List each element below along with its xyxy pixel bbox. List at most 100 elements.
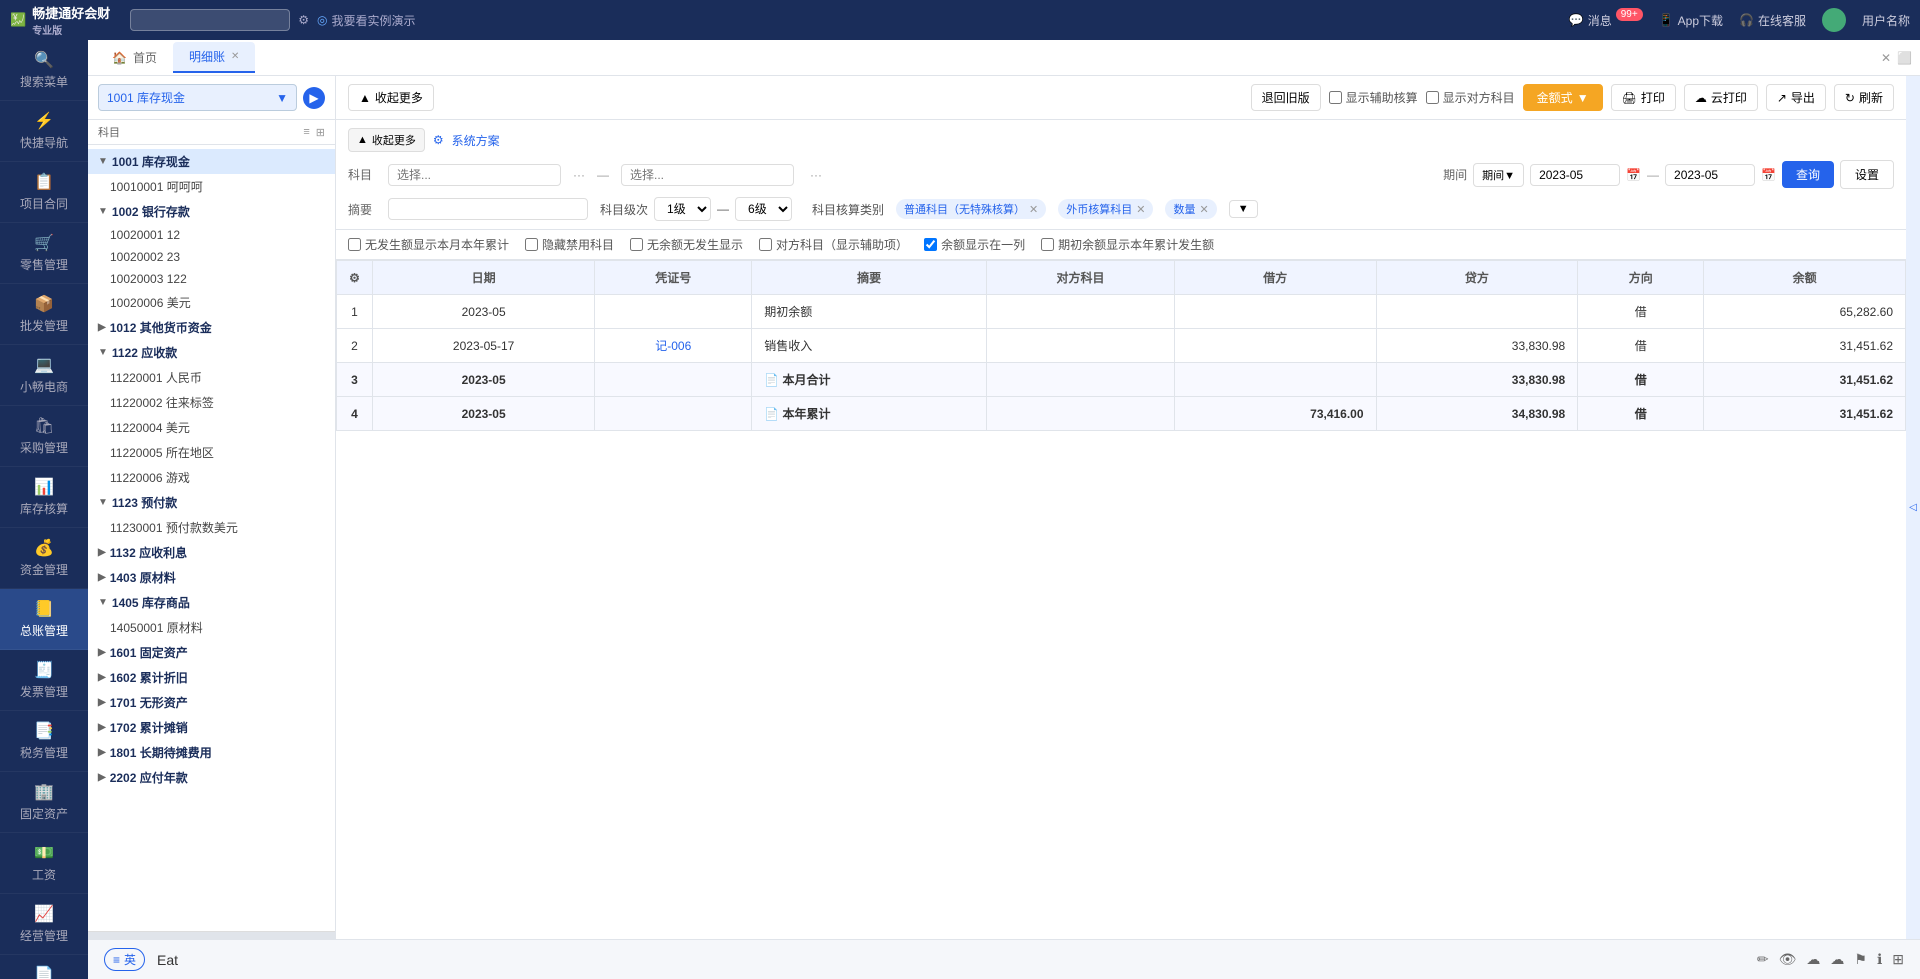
eye-icon[interactable]: 👁	[1779, 951, 1797, 968]
gold-mode-btn[interactable]: 金额式 ▼	[1523, 84, 1603, 111]
tree-list-icon[interactable]: ≡	[303, 126, 309, 139]
window-maximize-icon[interactable]: ⬜	[1897, 51, 1912, 65]
top-search-input[interactable]	[130, 9, 290, 31]
tag-quantity[interactable]: 数量 ✕	[1165, 199, 1216, 219]
opt-opening-cumulative-checkbox[interactable]	[1041, 238, 1054, 251]
opt-show-contra-checkbox[interactable]	[759, 238, 772, 251]
subject-input[interactable]	[388, 164, 561, 186]
user-avatar[interactable]	[1822, 8, 1846, 32]
sidebar-item-fixed[interactable]: 🏢 固定资产	[0, 772, 88, 833]
tag-normal-close[interactable]: ✕	[1029, 203, 1038, 216]
tree-item-10020001[interactable]: 10020001 12	[88, 224, 335, 246]
tree-item-11220001[interactable]: 11220001 人民币	[88, 365, 335, 390]
tree-item-11220004[interactable]: 11220004 美元	[88, 415, 335, 440]
subject-more-icon[interactable]: ···	[573, 168, 585, 182]
level-to-select[interactable]: 6级2级3级	[735, 197, 792, 221]
col-gear[interactable]: ⚙	[337, 261, 373, 295]
lang-switcher[interactable]: ≡ 英	[104, 948, 145, 971]
summary-input[interactable]	[388, 198, 588, 220]
info-icon[interactable]: ℹ	[1877, 951, 1882, 968]
tree-item-2202[interactable]: 2202 应付年款	[88, 765, 335, 790]
tab-detail[interactable]: 明细账 ✕	[173, 42, 255, 73]
tree-item-1702[interactable]: 1702 累计摊销	[88, 715, 335, 740]
tree-item-1123[interactable]: 1123 预付款	[88, 490, 335, 515]
subject-end-more-icon[interactable]: ···	[810, 168, 822, 182]
tree-item-1405[interactable]: 1405 库存商品	[88, 590, 335, 615]
tree-item-11220006[interactable]: 11220006 游戏	[88, 465, 335, 490]
period-to-input[interactable]	[1665, 164, 1755, 186]
tree-item-1602[interactable]: 1602 累计折旧	[88, 665, 335, 690]
tree-item-11220005[interactable]: 11220005 所在地区	[88, 440, 335, 465]
filter-collapse-btn[interactable]: ▲ 收起更多	[348, 128, 425, 152]
opt-no-amount-checkbox[interactable]	[348, 238, 361, 251]
show-aux-checkbox[interactable]	[1329, 91, 1342, 104]
tree-item-1002[interactable]: 1002 银行存款	[88, 199, 335, 224]
tag-foreign[interactable]: 外币核算科目 ✕	[1058, 199, 1153, 219]
sidebar-item-ledger[interactable]: 📒 总账管理	[0, 589, 88, 650]
tree-item-1801[interactable]: 1801 长期待摊费用	[88, 740, 335, 765]
cloud-print-btn[interactable]: ☁ 云打印	[1684, 84, 1758, 111]
tree-item-1132[interactable]: 1132 应收利息	[88, 540, 335, 565]
sidebar-item-quick-nav[interactable]: ⚡ 快捷导航	[0, 101, 88, 162]
sidebar-item-retail[interactable]: 🛒 零售管理	[0, 223, 88, 284]
quantity-dropdown-btn[interactable]: ▼	[1229, 200, 1258, 218]
opt-hide-disabled-checkbox[interactable]	[525, 238, 538, 251]
refresh-btn[interactable]: ↻ 刷新	[1834, 84, 1894, 111]
tree-item-1001[interactable]: 1001 库存现金	[88, 149, 335, 174]
tag-normal[interactable]: 普通科目（无特殊核算） ✕	[896, 199, 1046, 219]
export-btn[interactable]: ↗ 导出	[1766, 84, 1826, 111]
tree-item-10010001[interactable]: 10010001 呵呵呵	[88, 174, 335, 199]
sidebar-item-salary[interactable]: 💵 工资	[0, 833, 88, 894]
app-download-btn[interactable]: 📱 App下载	[1659, 12, 1723, 29]
tree-item-1122[interactable]: 1122 应收款	[88, 340, 335, 365]
online-service-btn[interactable]: 🎧 在线客服	[1739, 12, 1806, 29]
tree-item-14050001[interactable]: 14050001 原材料	[88, 615, 335, 640]
sidebar-item-finance[interactable]: 💰 资金管理	[0, 528, 88, 589]
collapse-more-btn[interactable]: ▲ 收起更多	[348, 84, 434, 111]
scheme-selector[interactable]: ⚙ 系统方案	[433, 132, 500, 149]
return-old-btn[interactable]: 退回旧版	[1251, 84, 1321, 111]
sidebar-item-project[interactable]: 📋 项目合同	[0, 162, 88, 223]
period-calendar-icon-1[interactable]: 📅	[1626, 168, 1641, 182]
settings-btn[interactable]: 设置	[1840, 160, 1894, 189]
print-btn[interactable]: 🖨 打印	[1611, 84, 1676, 111]
tree-expand-icon[interactable]: ⊞	[316, 126, 325, 139]
sidebar-item-invoice[interactable]: 🧾 发票管理	[0, 650, 88, 711]
tree-item-11230001[interactable]: 11230001 预付款数美元	[88, 515, 335, 540]
right-sidebar[interactable]: ◁	[1906, 76, 1920, 939]
cloud-icon[interactable]: ☁	[1806, 951, 1820, 968]
account-selector[interactable]: 1001 库存现金 ▼	[98, 84, 297, 111]
tree-item-10020002[interactable]: 10020002 23	[88, 246, 335, 268]
tab-close-icon[interactable]: ✕	[231, 51, 239, 62]
sidebar-item-ecommerce[interactable]: 💻 小畅电商	[0, 345, 88, 406]
sidebar-item-purchase[interactable]: 🛍 采购管理	[0, 406, 88, 467]
edit-icon[interactable]: ✏	[1757, 951, 1769, 968]
apps-icon[interactable]: ⊞	[1892, 951, 1904, 968]
period-from-input[interactable]	[1530, 164, 1620, 186]
tree-item-1701[interactable]: 1701 无形资产	[88, 690, 335, 715]
tree-item-1601[interactable]: 1601 固定资产	[88, 640, 335, 665]
cloud2-icon[interactable]: ☁	[1830, 951, 1844, 968]
level-from-select[interactable]: 1级2级3级	[654, 197, 711, 221]
sidebar-item-tax[interactable]: 📑 税务管理	[0, 711, 88, 772]
tree-item-10020006[interactable]: 10020006 美元	[88, 290, 335, 315]
demo-link[interactable]: 我要看实例演示	[317, 12, 416, 29]
window-minimize-icon[interactable]: ✕	[1881, 51, 1891, 65]
sidebar-item-search[interactable]: 🔍 搜索菜单	[0, 40, 88, 101]
period-type-btn[interactable]: 期间▼	[1473, 163, 1524, 187]
tree-item-1012[interactable]: 1012 其他货币资金	[88, 315, 335, 340]
sidebar-item-inventory[interactable]: 📊 库存核算	[0, 467, 88, 528]
flag-icon[interactable]: ⚑	[1854, 951, 1867, 968]
tree-item-11220002[interactable]: 11220002 往来标签	[88, 390, 335, 415]
settings-icon[interactable]: ⚙	[298, 13, 309, 27]
show-contra-checkbox[interactable]	[1426, 91, 1439, 104]
opt-balance-one-line-checkbox[interactable]	[924, 238, 937, 251]
period-calendar-icon-2[interactable]: 📅	[1761, 168, 1776, 182]
sidebar-item-report[interactable]: 📄 小畅报销	[0, 955, 88, 979]
tag-quantity-close[interactable]: ✕	[1199, 203, 1208, 216]
sidebar-item-operation[interactable]: 📈 经营管理	[0, 894, 88, 955]
query-btn[interactable]: 查询	[1782, 161, 1834, 188]
tag-foreign-close[interactable]: ✕	[1136, 203, 1145, 216]
tree-item-1403[interactable]: 1403 原材料	[88, 565, 335, 590]
nav-next-btn[interactable]: ▶	[303, 87, 325, 109]
